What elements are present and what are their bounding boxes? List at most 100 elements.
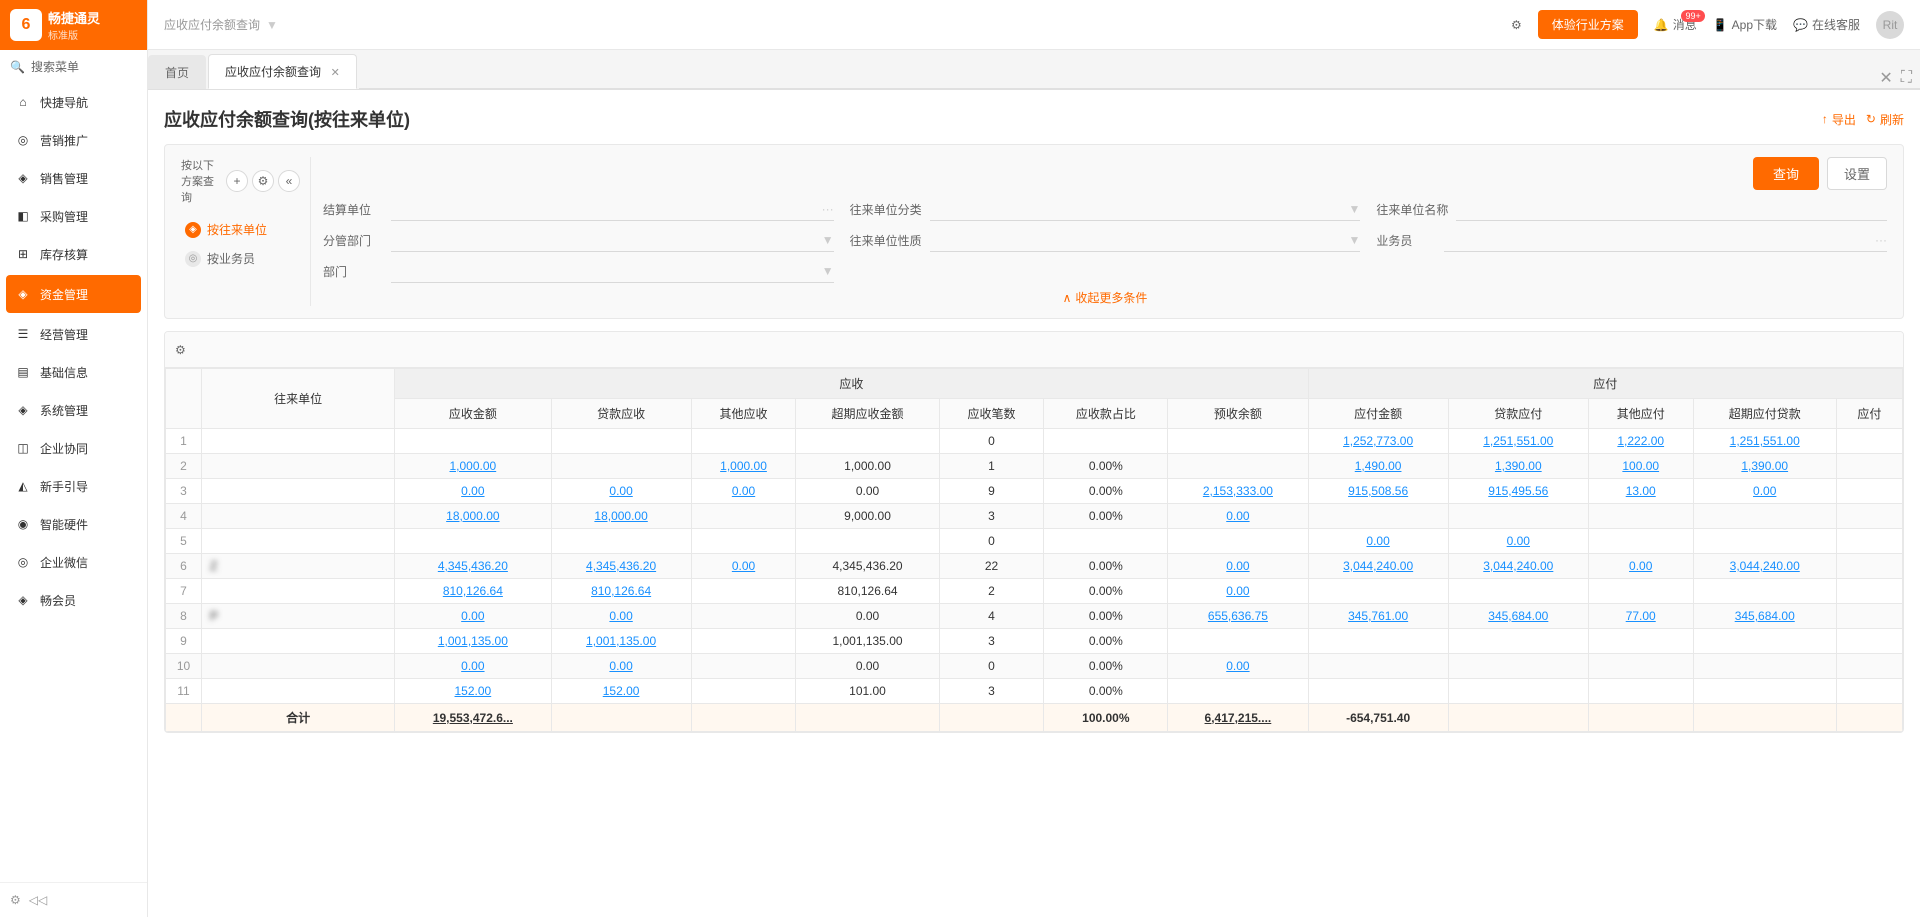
table-cell[interactable]: 1,490.00 (1308, 454, 1448, 479)
app-download-btn[interactable]: 📱 App下载 (1713, 16, 1777, 33)
table-cell[interactable]: 0.00 (1588, 554, 1693, 579)
table-cell[interactable]: 0.00 (551, 654, 691, 679)
table-cell[interactable]: 152.00 (395, 679, 551, 704)
table-cell[interactable]: 0.00 (395, 604, 551, 629)
filter-chevron-department[interactable]: ▼ (822, 264, 834, 278)
tab-close-all-icon[interactable]: ✕ (1879, 68, 1892, 88)
table-cell[interactable]: 0.00 (1168, 654, 1308, 679)
table-scroll[interactable]: 往来单位 应收 应付 应收金额 贷款应收 其他应收 超期应收金额 应收笔数 应收… (165, 368, 1903, 732)
table-cell[interactable]: 1,390.00 (1448, 454, 1588, 479)
table-cell[interactable]: 152.00 (551, 679, 691, 704)
table-cell[interactable]: 1,000.00 (395, 454, 551, 479)
table-cell[interactable]: 2,153,333.00 (1168, 479, 1308, 504)
sidebar-item-corp[interactable]: ◫ 企业协同 (0, 429, 147, 467)
table-cell[interactable]: 3,044,240.00 (1693, 554, 1836, 579)
table-cell[interactable]: 0.00 (551, 479, 691, 504)
table-cell[interactable]: 915,495.56 (1448, 479, 1588, 504)
sidebar-item-wechat[interactable]: ◎ 企业微信 (0, 543, 147, 581)
online-service-btn[interactable]: 💬 在线客服 (1793, 16, 1860, 33)
table-cell[interactable]: 0.00 (1168, 554, 1308, 579)
table-cell[interactable]: 0.00 (395, 479, 551, 504)
table-cell[interactable]: 345,684.00 (1448, 604, 1588, 629)
tab-expand-icon[interactable]: ⛶ (1901, 69, 1912, 87)
sidebar-item-purchase[interactable]: ◧ 采购管理 (0, 197, 147, 235)
filter-input-partner-category[interactable]: ▼ (930, 198, 1361, 221)
sidebar-item-guide[interactable]: ◭ 新手引导 (0, 467, 147, 505)
table-cell[interactable]: 1,222.00 (1588, 429, 1693, 454)
table-cell[interactable]: 0.00 (1448, 529, 1588, 554)
table-cell[interactable]: 1,001,135.00 (395, 629, 551, 654)
scheme-item-partner[interactable]: ◈ 按往来单位 (181, 215, 300, 244)
table-cell[interactable]: 1,251,551.00 (1448, 429, 1588, 454)
table-cell[interactable]: 18,000.00 (551, 504, 691, 529)
tab-ar-ap[interactable]: 应收应付余额查询 ✕ (208, 54, 357, 89)
table-cell[interactable]: 3,044,240.00 (1308, 554, 1448, 579)
table-cell[interactable]: 915,508.56 (1308, 479, 1448, 504)
filter-chevron-dept[interactable]: ▼ (822, 233, 834, 247)
footer-ar-prepaid[interactable]: 6,417,215.... (1168, 704, 1308, 732)
header-gear-btn[interactable]: ⚙ (1511, 18, 1522, 32)
scheme-settings-btn[interactable]: ⚙ (252, 170, 274, 192)
table-cell[interactable]: 0.00 (395, 654, 551, 679)
footer-ar-amount[interactable]: 19,553,472.6... (395, 704, 551, 732)
table-cell[interactable]: 1,252,773.00 (1308, 429, 1448, 454)
filter-dots-salesman[interactable]: ··· (1875, 233, 1887, 247)
table-cell[interactable]: 345,684.00 (1693, 604, 1836, 629)
table-cell[interactable]: 4,345,436.20 (551, 554, 691, 579)
table-cell[interactable]: 18,000.00 (395, 504, 551, 529)
table-cell[interactable]: 810,126.64 (395, 579, 551, 604)
table-cell[interactable]: 345,761.00 (1308, 604, 1448, 629)
sidebar-item-hardware[interactable]: ◉ 智能硬件 (0, 505, 147, 543)
table-cell[interactable]: 655,636.75 (1168, 604, 1308, 629)
table-cell[interactable]: 0.00 (691, 479, 796, 504)
sidebar-item-member[interactable]: ◈ 畅会员 (0, 581, 147, 619)
refresh-btn[interactable]: ↻ 刷新 (1866, 111, 1904, 128)
table-cell[interactable]: 1,001,135.00 (551, 629, 691, 654)
sidebar-item-sales[interactable]: ◈ 销售管理 (0, 159, 147, 197)
table-cell[interactable]: 0.00 (1308, 529, 1448, 554)
collapse-filter-btn[interactable]: ∧ 收起更多条件 (323, 289, 1887, 306)
sidebar-item-quick-nav[interactable]: ⌂ 快捷导航 (0, 83, 147, 121)
sidebar-item-inventory[interactable]: ⊞ 库存核算 (0, 235, 147, 273)
sidebar-item-ops[interactable]: ☰ 经营管理 (0, 315, 147, 353)
filter-input-partner-name[interactable] (1456, 198, 1887, 221)
filter-input-dept[interactable]: ▼ (391, 229, 834, 252)
query-button[interactable]: 查询 (1753, 157, 1819, 190)
table-cell[interactable]: 0.00 (551, 604, 691, 629)
filter-input-settlement[interactable]: ··· (391, 198, 834, 221)
table-cell[interactable]: 1,390.00 (1693, 454, 1836, 479)
filter-chevron-partner-category[interactable]: ▼ (1348, 202, 1360, 216)
sidebar-item-system[interactable]: ◈ 系统管理 (0, 391, 147, 429)
export-btn[interactable]: ↑ 导出 (1822, 111, 1856, 128)
partner-name-input[interactable] (1456, 202, 1887, 216)
table-cell[interactable]: 4,345,436.20 (395, 554, 551, 579)
sidebar-item-base[interactable]: ▤ 基础信息 (0, 353, 147, 391)
table-cell[interactable]: 0.00 (1168, 579, 1308, 604)
scheme-collapse-btn[interactable]: « (278, 170, 300, 192)
table-cell[interactable]: 13.00 (1588, 479, 1693, 504)
scheme-item-salesman[interactable]: ◎ 按业务员 (181, 244, 300, 273)
table-cell[interactable]: 0.00 (1693, 479, 1836, 504)
table-cell[interactable]: 77.00 (1588, 604, 1693, 629)
table-cell[interactable]: 0.00 (1168, 504, 1308, 529)
table-cell[interactable]: 810,126.64 (551, 579, 691, 604)
sidebar-collapse-btn[interactable]: ◁◁ (29, 893, 47, 907)
sidebar-item-finance[interactable]: ◈ 资金管理 (6, 275, 141, 313)
scheme-add-btn[interactable]: + (226, 170, 248, 192)
filter-input-salesman[interactable]: ··· (1444, 229, 1887, 252)
tab-home[interactable]: 首页 (148, 55, 206, 89)
table-cell[interactable]: 1,251,551.00 (1693, 429, 1836, 454)
table-cell[interactable]: 100.00 (1588, 454, 1693, 479)
messages-btn[interactable]: 🔔 消息 99+ (1654, 16, 1697, 33)
tab-ar-ap-close[interactable]: ✕ (331, 67, 340, 79)
user-avatar[interactable]: Rit (1876, 11, 1904, 39)
table-cell[interactable]: 1,000.00 (691, 454, 796, 479)
table-settings-icon[interactable]: ⚙ (175, 343, 186, 357)
sidebar-settings-btn[interactable]: ⚙ (10, 893, 21, 907)
filter-chevron-partner-nature[interactable]: ▼ (1348, 233, 1360, 247)
filter-input-department[interactable]: ▼ (391, 260, 834, 283)
table-cell[interactable]: 0.00 (691, 554, 796, 579)
table-cell[interactable]: 3,044,240.00 (1448, 554, 1588, 579)
search-menu[interactable]: 🔍 搜索菜单 (0, 50, 147, 83)
sidebar-item-marketing[interactable]: ◎ 营销推广 (0, 121, 147, 159)
